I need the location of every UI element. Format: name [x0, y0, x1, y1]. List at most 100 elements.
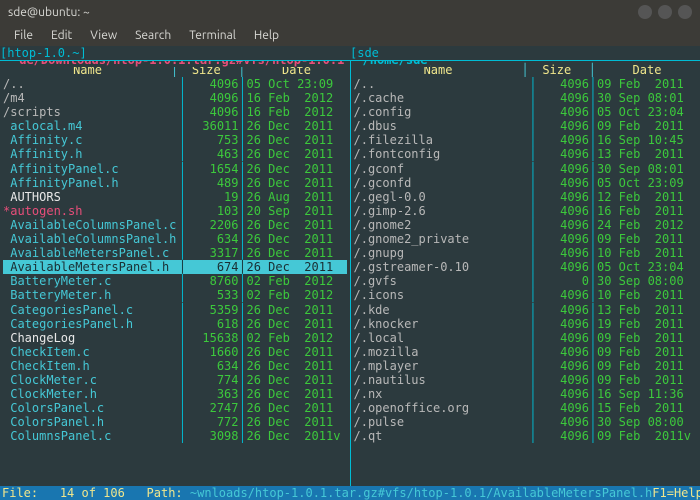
file-row[interactable]: ColorsPanel.c│2747│26 Dec 2011: [3, 401, 347, 415]
file-row[interactable]: AvailableMetersPanel.c│3317│26 Dec 2011: [3, 246, 347, 260]
file-row[interactable]: /.gegl-0.0│4096│12 Feb 2011: [354, 190, 698, 204]
file-name: /.pulse: [354, 415, 530, 429]
file-row[interactable]: /.nx│4096│16 Sep 11:36: [354, 387, 698, 401]
file-size: 5359: [187, 303, 239, 317]
file-row[interactable]: AvailableMetersPanel.h│674│26 Dec 2011: [3, 260, 347, 274]
file-row[interactable]: /.knocker│4096│19 Feb 2011: [354, 317, 698, 331]
left-panel[interactable]: ~de/Downloads/htop-1.0.1.tar.gz#vfs/htop…: [0, 60, 350, 486]
file-name: /.nx: [354, 387, 530, 401]
file-row[interactable]: /.mplayer│4096│09 Feb 2011: [354, 359, 698, 373]
right-panel[interactable]: /home/sde Name │ Size │ Date /..│4096│09…: [350, 60, 700, 486]
file-row[interactable]: aclocal.m4│36011│26 Dec 2011: [3, 119, 347, 133]
file-size: 4096: [537, 288, 589, 302]
file-row[interactable]: AUTHORS│19│26 Aug 2011: [3, 190, 347, 204]
file-name: /.nautilus: [354, 373, 530, 387]
file-size: 753: [187, 133, 239, 147]
file-name: /scripts: [3, 105, 179, 119]
file-date: 16 Sep 11:36: [597, 387, 697, 401]
maximize-icon[interactable]: [658, 5, 672, 19]
file-size: 4096: [537, 162, 589, 176]
menu-edit[interactable]: Edit: [43, 27, 80, 44]
file-row[interactable]: /.local│4096│09 Feb 2011: [354, 331, 698, 345]
file-row[interactable]: /.gnupg│4096│10 Feb 2011: [354, 246, 698, 260]
file-row[interactable]: /.dbus│4096│09 Feb 2011: [354, 119, 698, 133]
file-row[interactable]: BatteryMeter.h│533│02 Feb 2012: [3, 288, 347, 302]
file-row[interactable]: BatteryMeter.c│8760│02 Feb 2012: [3, 274, 347, 288]
file-row[interactable]: /.fontconfig│4096│13 Feb 2011: [354, 147, 698, 161]
file-row[interactable]: ClockMeter.h│363│26 Dec 2011: [3, 387, 347, 401]
file-row[interactable]: *autogen.sh│103│20 Sep 2011: [3, 204, 347, 218]
file-name: /.local: [354, 331, 530, 345]
file-size: 4096: [537, 218, 589, 232]
file-row[interactable]: /.gnome2_private│4096│09 Feb 2011: [354, 232, 698, 246]
file-row[interactable]: ColumnsPanel.c│3098│26 Dec 2011v: [3, 429, 347, 443]
file-row[interactable]: Affinity.h│463│26 Dec 2011: [3, 147, 347, 161]
file-name: /.dbus: [354, 119, 530, 133]
file-row[interactable]: CheckItem.c│1660│26 Dec 2011: [3, 345, 347, 359]
file-row[interactable]: /.config│4096│05 Oct 23:04: [354, 105, 698, 119]
file-row[interactable]: /.gstreamer-0.10│4096│05 Oct 23:04: [354, 260, 698, 274]
file-date: 26 Dec 2011: [247, 147, 347, 161]
terminal[interactable]: [htop-1.0.~] [sde ~de/Downloads/htop-1.0…: [0, 46, 700, 500]
file-row[interactable]: ChangeLog│15638│02 Feb 2012: [3, 331, 347, 345]
file-row[interactable]: /.cache│4096│30 Sep 08:01: [354, 91, 698, 105]
file-date: 16 Feb 2012: [247, 105, 347, 119]
file-row[interactable]: /.qt│4096│09 Feb 2011v: [354, 429, 698, 443]
file-name: aclocal.m4: [3, 119, 179, 133]
menu-search[interactable]: Search: [127, 27, 179, 44]
file-row[interactable]: /.gimp-2.6│4096│16 Feb 2011: [354, 204, 698, 218]
file-row[interactable]: CategoriesPanel.h│618│26 Dec 2011: [3, 317, 347, 331]
file-size: 0: [537, 274, 589, 288]
file-date: 13 Feb 2011: [597, 147, 697, 161]
file-row[interactable]: /.mozilla│4096│09 Feb 2011: [354, 345, 698, 359]
file-name: /.gimp-2.6: [354, 204, 530, 218]
file-row[interactable]: ColorsPanel.h│772│26 Dec 2011: [3, 415, 347, 429]
left-file-list[interactable]: /..│4096│05 Oct 23:09/m4│4096│16 Feb 201…: [3, 77, 347, 486]
file-row[interactable]: /.pulse│4096│30 Sep 08:00: [354, 415, 698, 429]
file-row[interactable]: /.gnome2│4096│24 Feb 2012: [354, 218, 698, 232]
file-date: 09 Feb 2011: [597, 331, 697, 345]
file-row[interactable]: /.filezilla│4096│16 Sep 10:45: [354, 133, 698, 147]
col-size: Size: [529, 63, 589, 77]
file-row[interactable]: /.nautilus│4096│09 Feb 2011: [354, 373, 698, 387]
file-name: /.cache: [354, 91, 530, 105]
file-row[interactable]: /..│4096│05 Oct 23:09: [3, 77, 347, 91]
file-row[interactable]: AvailableColumnsPanel.h│634│26 Dec 2011: [3, 232, 347, 246]
menu-terminal[interactable]: Terminal: [181, 27, 244, 44]
file-size: 2206: [187, 218, 239, 232]
file-date: 02 Feb 2012: [247, 274, 347, 288]
close-icon[interactable]: [678, 5, 692, 19]
file-size: 772: [187, 415, 239, 429]
file-size: 36011: [187, 119, 239, 133]
file-row[interactable]: AffinityPanel.c│1654│26 Dec 2011: [3, 162, 347, 176]
file-row[interactable]: /scripts│4096│16 Feb 2012: [3, 105, 347, 119]
file-row[interactable]: CheckItem.h│634│26 Dec 2011: [3, 359, 347, 373]
file-row[interactable]: /.gconfd│4096│05 Oct 23:09: [354, 176, 698, 190]
file-row[interactable]: AvailableColumnsPanel.c│2206│26 Dec 2011: [3, 218, 347, 232]
file-row[interactable]: /.openoffice.org│4096│15 Feb 2011: [354, 401, 698, 415]
file-size: 533: [187, 288, 239, 302]
menu-help[interactable]: Help: [246, 27, 287, 44]
file-date: 26 Dec 2011: [247, 218, 347, 232]
file-date: 10 Feb 2011: [597, 288, 697, 302]
right-file-list[interactable]: /..│4096│09 Feb 2011/.cache│4096│30 Sep …: [354, 77, 698, 486]
menu-view[interactable]: View: [82, 27, 125, 44]
file-row[interactable]: ClockMeter.c│774│26 Dec 2011: [3, 373, 347, 387]
file-row[interactable]: Affinity.c│753│26 Dec 2011: [3, 133, 347, 147]
file-row[interactable]: /.gconf│4096│30 Sep 08:01: [354, 162, 698, 176]
file-size: 634: [187, 359, 239, 373]
file-row[interactable]: /..│4096│09 Feb 2011: [354, 77, 698, 91]
file-date: 26 Dec 2011: [247, 345, 347, 359]
menu-file[interactable]: File: [6, 27, 41, 44]
file-row[interactable]: CategoriesPanel.c│5359│26 Dec 2011: [3, 303, 347, 317]
file-name: /.gegl-0.0: [354, 190, 530, 204]
file-row[interactable]: /.gvfs│0│30 Sep 08:00: [354, 274, 698, 288]
file-name: ChangeLog: [3, 331, 179, 345]
file-name: AUTHORS: [3, 190, 179, 204]
file-name: AvailableColumnsPanel.c: [3, 218, 179, 232]
file-row[interactable]: /.icons│4096│10 Feb 2011: [354, 288, 698, 302]
file-row[interactable]: /m4│4096│16 Feb 2012: [3, 91, 347, 105]
file-row[interactable]: AffinityPanel.h│489│26 Dec 2011: [3, 176, 347, 190]
minimize-icon[interactable]: [638, 5, 652, 19]
file-row[interactable]: /.kde│4096│13 Feb 2011: [354, 303, 698, 317]
